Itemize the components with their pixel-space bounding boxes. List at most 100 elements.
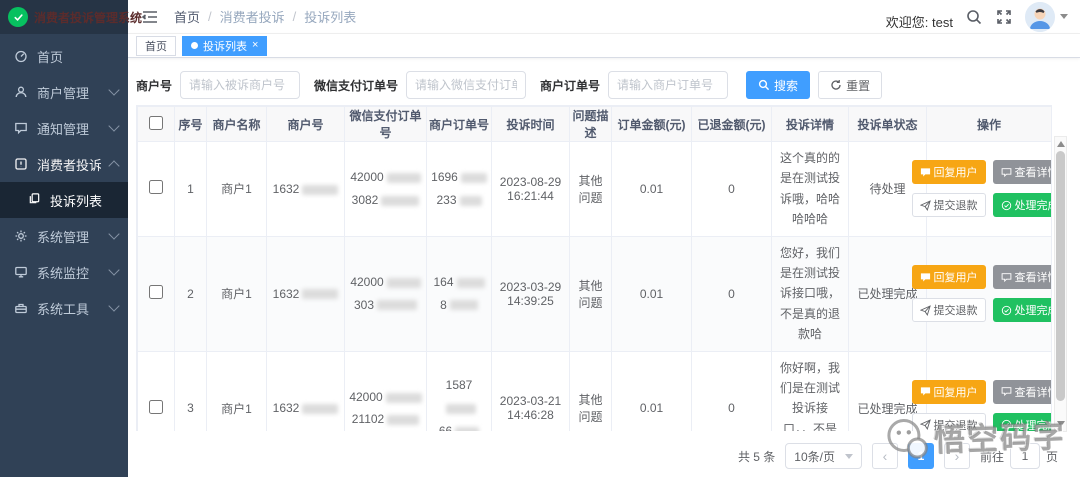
merchant-id-label: 商户号 — [136, 78, 173, 93]
check-circle-icon — [1001, 420, 1011, 430]
table-scrollbar[interactable] — [1054, 136, 1067, 432]
check-circle-icon — [1001, 200, 1011, 210]
scroll-up-icon[interactable] — [1057, 141, 1065, 147]
page-number-1[interactable]: 1 — [907, 443, 934, 469]
goto-page-input[interactable] — [1009, 443, 1040, 469]
chat-filled-icon — [920, 272, 930, 281]
chevron-down-icon — [108, 228, 120, 240]
user-menu[interactable] — [1025, 1, 1068, 32]
submit-refund-button[interactable]: 提交退款 — [911, 193, 986, 218]
app-title: 消费者投诉管理系统 — [34, 10, 143, 25]
row-checkbox[interactable] — [149, 399, 163, 414]
gear-icon — [14, 229, 28, 243]
avatar[interactable] — [1025, 1, 1055, 32]
view-detail-button[interactable]: 查看详情 — [992, 379, 1051, 404]
complete-button[interactable]: 处理完成 — [992, 412, 1051, 431]
sidebar-item-system-tools[interactable]: 系统工具 — [0, 290, 128, 326]
wx-order-input[interactable] — [406, 71, 527, 99]
scroll-down-icon[interactable] — [1057, 421, 1065, 427]
search-icon — [758, 79, 770, 91]
fullscreen-icon[interactable] — [995, 8, 1013, 26]
notice-icon — [14, 121, 28, 135]
sidebar: 消费者投诉管理系统 首页 商户管理 通知管理 消费者投诉 投诉列表 系统管理 系… — [0, 0, 142, 477]
chevron-down-icon — [108, 264, 120, 276]
chevron-up-icon — [108, 160, 120, 172]
table-row: 2 商户1 1632 42000 303 164 8 2023-03-29 14:3… — [137, 235, 1051, 352]
submit-refund-button[interactable]: 提交退款 — [911, 412, 986, 431]
chevron-down-icon — [844, 453, 853, 459]
send-icon — [919, 419, 931, 431]
merchant-order-label: 商户订单号 — [540, 78, 601, 93]
prev-page-button[interactable]: ‹ — [871, 443, 898, 469]
check-circle-icon — [1001, 305, 1011, 315]
row-checkbox[interactable] — [149, 285, 163, 300]
view-detail-button[interactable]: 查看详情 — [992, 160, 1051, 185]
chevron-down-icon — [108, 300, 120, 312]
complaint-icon — [14, 157, 28, 171]
tag-views-bar: 首页 投诉列表 × — [128, 34, 1080, 58]
tab-close-icon[interactable]: × — [252, 40, 258, 51]
app-logo-bar[interactable]: 消费者投诉管理系统 — [0, 0, 142, 34]
refresh-icon — [831, 80, 841, 90]
send-icon — [919, 200, 931, 211]
chat-outline-icon — [1001, 272, 1011, 282]
sidebar-menu: 首页 商户管理 通知管理 消费者投诉 投诉列表 系统管理 系统监控 系统工具 — [0, 34, 128, 326]
dashboard-icon — [14, 49, 28, 63]
view-detail-button[interactable]: 查看详情 — [992, 265, 1051, 290]
sidebar-item-merchant-mgmt[interactable]: 商户管理 — [0, 74, 128, 110]
main-content: 商户号 微信支付订单号 商户订单号 搜索 重置 — [128, 58, 1080, 477]
page-size-select[interactable]: 10条/页 — [785, 443, 862, 469]
sidebar-item-system-mgmt[interactable]: 系统管理 — [0, 218, 128, 254]
sidebar-fold-icon[interactable] — [140, 7, 160, 27]
sidebar-item-consumer-complaint[interactable]: 消费者投诉 — [0, 146, 128, 182]
page-unit-label: 页 — [1045, 449, 1058, 464]
breadcrumb-home[interactable]: 首页 — [174, 7, 200, 26]
select-all-checkbox[interactable] — [149, 115, 163, 130]
chevron-down-icon — [108, 120, 120, 132]
caret-down-icon — [1060, 14, 1068, 19]
merchant-id-input[interactable] — [180, 71, 301, 99]
reply-user-button[interactable]: 回复用户 — [911, 379, 986, 404]
monitor-icon — [14, 265, 28, 279]
next-page-button[interactable]: › — [943, 443, 970, 469]
complaint-table: 序号 商户名称 商户号 微信支付订单号 商户订单号 投诉时间 问题描述 订单金额… — [136, 105, 1052, 431]
tab-active-dot — [191, 42, 198, 49]
complete-button[interactable]: 处理完成 — [992, 193, 1051, 218]
scrollbar-thumb[interactable] — [1056, 151, 1065, 401]
reply-user-button[interactable]: 回复用户 — [911, 265, 986, 290]
chat-filled-icon — [920, 387, 930, 396]
tab-complaint-list[interactable]: 投诉列表 × — [182, 35, 268, 56]
total-count: 共 5 条 — [737, 449, 776, 464]
chat-filled-icon — [920, 168, 930, 177]
wechat-logo-icon — [8, 7, 28, 27]
sidebar-item-complaint-list[interactable]: 投诉列表 — [0, 182, 128, 218]
toolbox-icon — [14, 301, 28, 315]
search-icon[interactable] — [965, 8, 983, 26]
reset-button[interactable]: 重置 — [818, 71, 883, 99]
table-row: 1 商户1 1632 42000 3082 1696 233 2023-08-29 … — [137, 141, 1051, 237]
search-button[interactable]: 搜索 — [746, 71, 811, 99]
page: 消费者投诉管理系统 首页 商户管理 通知管理 消费者投诉 投诉列表 系统管理 系… — [0, 0, 1080, 477]
navbar-right: 欢迎您: test — [886, 1, 1068, 32]
list-icon — [28, 192, 41, 208]
submit-refund-button[interactable]: 提交退款 — [911, 298, 986, 323]
merchant-order-input[interactable] — [608, 71, 729, 99]
status-badge: 待处理 — [848, 141, 927, 237]
sidebar-item-notice-mgmt[interactable]: 通知管理 — [0, 110, 128, 146]
reply-user-button[interactable]: 回复用户 — [911, 160, 986, 185]
row-checkbox[interactable] — [149, 180, 163, 195]
sidebar-item-home[interactable]: 首页 — [0, 38, 128, 74]
merchant-icon — [14, 85, 28, 99]
goto-label: 前往 — [979, 449, 1004, 464]
send-icon — [919, 304, 931, 316]
breadcrumb-consumer-complaint[interactable]: 消费者投诉 — [220, 7, 285, 26]
tab-home[interactable]: 首页 — [136, 35, 176, 56]
top-navbar: 首页 / 消费者投诉 / 投诉列表 欢迎您: test — [128, 0, 1080, 34]
pagination: 共 5 条 10条/页 ‹ 1 › 前往 页 — [738, 443, 1058, 469]
username: test — [932, 15, 953, 30]
breadcrumb: 首页 / 消费者投诉 / 投诉列表 — [174, 7, 357, 26]
sidebar-item-system-monitor[interactable]: 系统监控 — [0, 254, 128, 290]
chevron-down-icon — [108, 84, 120, 96]
table-row: 3 商户1 1632 42000 21102 1587 66 2023-03-21 … — [137, 350, 1051, 431]
complete-button[interactable]: 处理完成 — [992, 298, 1051, 323]
